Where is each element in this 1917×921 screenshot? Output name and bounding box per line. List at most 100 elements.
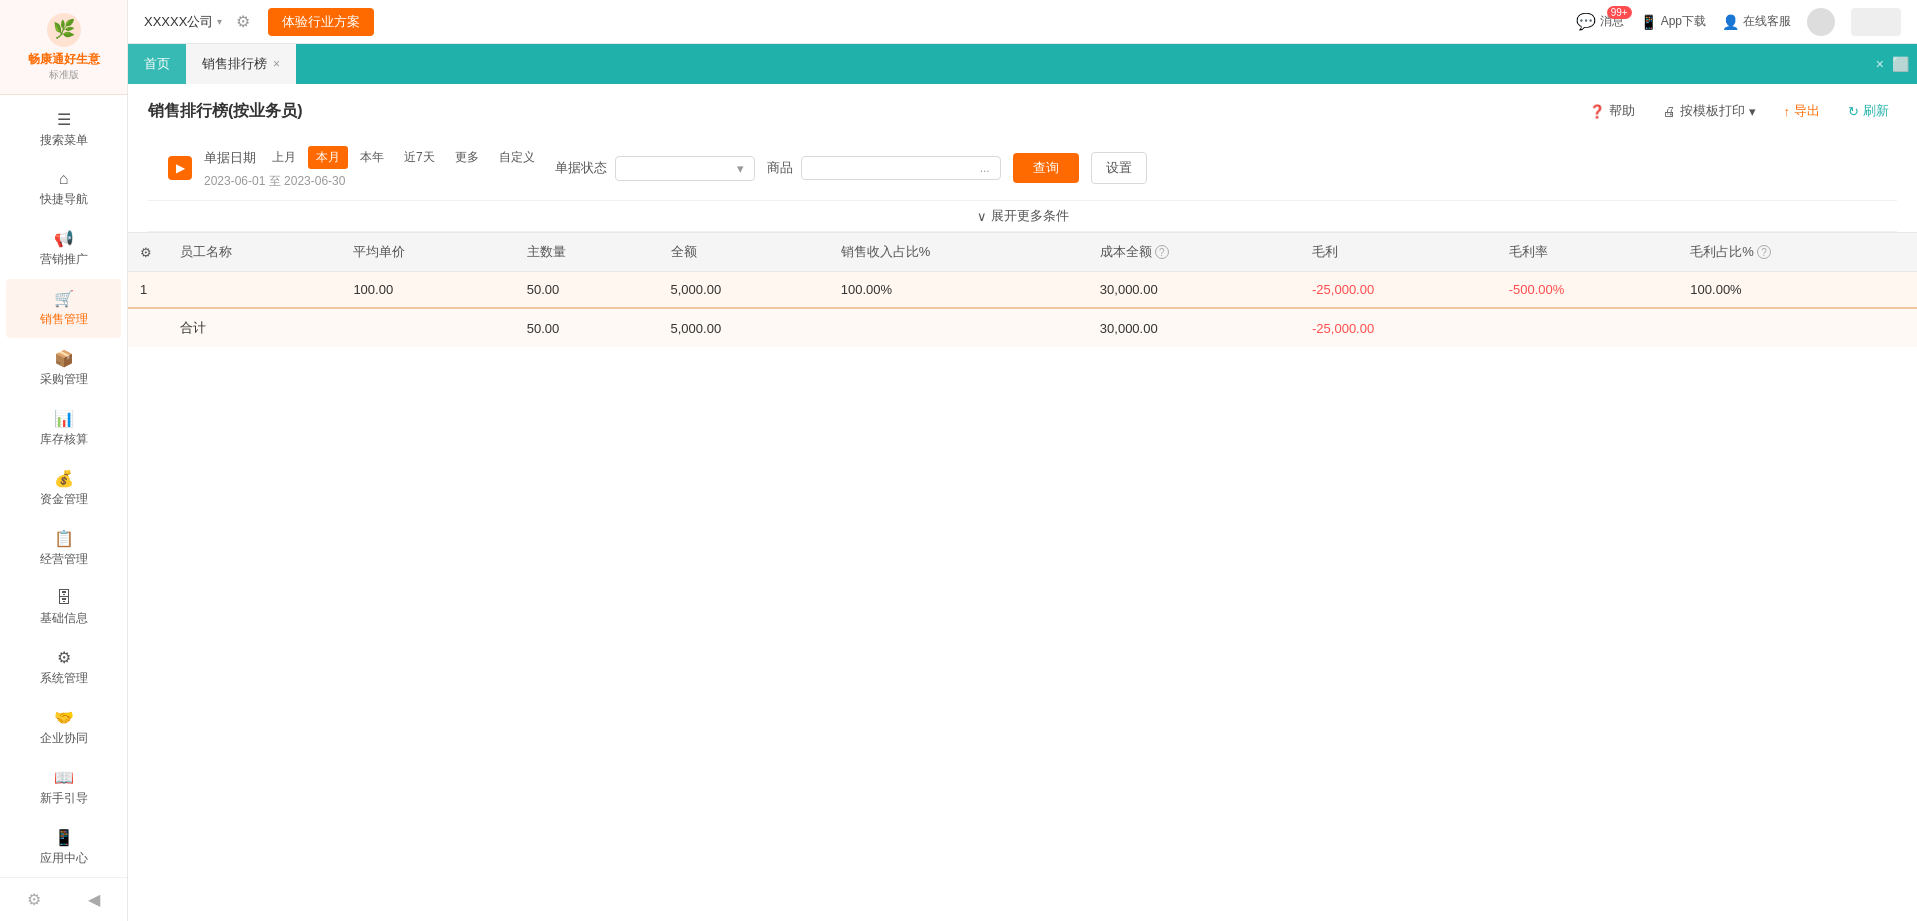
app-subtitle: 标准版 [49,68,79,82]
cell-amount-0: 5,000.00 [659,272,829,309]
data-table: ⚙ 员工名称 平均单价 主数量 全额 销售收入占比% 成本全额 ? 毛利 [128,233,1917,347]
date-tab-近7天[interactable]: 近7天 [396,146,443,169]
sidebar-label-2: 营销推广 [40,251,88,268]
win-restore-btn[interactable]: ⬜ [1892,56,1909,72]
tab-home[interactable]: 首页 [128,44,186,84]
sidebar-item-经营管理[interactable]: 📋 经营管理 [6,519,121,578]
sidebar-label-3: 销售管理 [40,311,88,328]
help-icon: ❓ [1589,104,1605,119]
sidebar-item-库存核算[interactable]: 📊 库存核算 [6,399,121,458]
cell-qty-0: 50.00 [515,272,659,309]
date-filter-section: 单据日期 上月本月本年近7天更多自定义 2023-06-01 至 2023-06… [204,146,543,190]
sidebar-label-11: 新手引导 [40,790,88,807]
sidebar-item-快捷导航[interactable]: ⌂ 快捷导航 [6,160,121,218]
sidebar-label-0: 搜索菜单 [40,132,88,149]
help-button[interactable]: ❓ 帮助 [1581,98,1643,124]
topbar-settings-icon[interactable]: ⚙ [236,12,250,31]
table-row: 1 100.00 50.00 5,000.00 100.00% 30,000.0… [128,272,1917,309]
sidebar-item-基础信息[interactable]: 🗄 基础信息 [6,579,121,637]
cell-cost-0: 30,000.00 [1088,272,1300,309]
goods-more-icon[interactable]: ... [980,161,990,175]
sidebar-item-系统管理[interactable]: ⚙ 系统管理 [6,638,121,697]
expand-label: 展开更多条件 [991,207,1069,225]
date-tab-上月[interactable]: 上月 [264,146,304,169]
app-logo: 🌿 畅康通好生意 标准版 [0,0,127,95]
tab-close-icon[interactable]: × [273,57,280,71]
page-header: 销售排行榜(按业务员) ❓ 帮助 🖨 按模板打印 ▾ ↑ 导出 [128,84,1917,233]
expand-conditions-btn[interactable]: ∨ 展开更多条件 [977,207,1069,225]
company-name: XXXXX公司 [144,13,213,31]
sidebar-collapse-btn[interactable]: ◀ [80,886,108,913]
status-select-arrow: ▾ [737,161,744,176]
company-dropdown-arrow: ▾ [217,16,222,27]
status-filter-section: 单据状态 ▾ [555,156,755,181]
window-controls: × ⬜ [1876,44,1917,84]
sidebar-label-5: 库存核算 [40,431,88,448]
message-icon: 💬 [1576,12,1596,31]
sidebar-item-应用中心[interactable]: 📱 应用中心 [6,818,121,877]
sidebar-label-1: 快捷导航 [40,191,88,208]
sidebar-item-采购管理[interactable]: 📦 采购管理 [6,339,121,398]
topbar: XXXXX公司 ▾ ⚙ 体验行业方案 💬 消息 99+ 📱 App下载 👤 在线… [128,0,1917,44]
footer-qty: 50.00 [515,308,659,347]
date-tab-本月[interactable]: 本月 [308,146,348,169]
th-avg-price: 平均单价 [341,233,514,272]
trial-button[interactable]: 体验行业方案 [268,8,374,36]
sidebar-item-企业协同[interactable]: 🤝 企业协同 [6,698,121,757]
tab-home-label: 首页 [144,55,170,73]
date-tab-自定义[interactable]: 自定义 [491,146,543,169]
sidebar-item-营销推广[interactable]: 📢 营销推广 [6,219,121,278]
company-selector[interactable]: XXXXX公司 ▾ [144,13,222,31]
user-name-area [1851,8,1901,36]
th-cost: 成本全额 ? [1088,233,1300,272]
sidebar-item-资金管理[interactable]: 💰 资金管理 [6,459,121,518]
export-button[interactable]: ↑ 导出 [1776,98,1829,124]
refresh-label: 刷新 [1863,102,1889,120]
app-download-btn[interactable]: 📱 App下载 [1640,13,1706,30]
online-service-btn[interactable]: 👤 在线客服 [1722,13,1791,30]
tab-sales-ranking[interactable]: 销售排行榜 × [186,44,296,84]
footer-sales-pct [829,308,1088,347]
tab-sales-label: 销售排行榜 [202,55,267,73]
footer-avg [341,308,514,347]
sidebar-label-10: 企业协同 [40,730,88,747]
sidebar-label-6: 资金管理 [40,491,88,508]
sidebar-item-新手引导[interactable]: 📖 新手引导 [6,758,121,817]
message-btn[interactable]: 💬 消息 99+ [1576,12,1624,31]
user-avatar[interactable] [1807,8,1835,36]
app-download-label: App下载 [1661,13,1706,30]
status-select[interactable]: ▾ [615,156,755,181]
sidebar-icon-4: 📦 [54,349,74,368]
win-close-btn[interactable]: × [1876,56,1884,72]
sidebar-icon-10: 🤝 [54,708,74,727]
th-settings[interactable]: ⚙ [128,233,168,272]
goods-input[interactable]: ... [801,156,1001,180]
settings-button[interactable]: 设置 [1091,152,1147,184]
filter-toggle-btn[interactable]: ▶ [168,156,192,180]
gross-pct-help-icon[interactable]: ? [1757,245,1771,259]
app-title: 畅康通好生意 [28,52,100,68]
sidebar-item-搜索菜单[interactable]: ☰ 搜索菜单 [6,100,121,159]
sidebar-item-销售管理[interactable]: 🛒 销售管理 [6,279,121,338]
sidebar-settings-btn[interactable]: ⚙ [19,886,49,913]
cost-help-icon[interactable]: ? [1155,245,1169,259]
print-dropdown-icon: ▾ [1749,104,1756,119]
cell-name-0 [168,272,341,309]
topbar-right: 💬 消息 99+ 📱 App下载 👤 在线客服 [1576,8,1901,36]
sidebar-icon-6: 💰 [54,469,74,488]
goods-filter-section: 商品 ... [767,156,1001,180]
date-tab-本年[interactable]: 本年 [352,146,392,169]
sidebar-menu: ☰ 搜索菜单 ⌂ 快捷导航 📢 营销推广 🛒 销售管理 📦 采购管理 📊 库存核… [0,95,127,877]
date-range-display: 2023-06-01 至 2023-06-30 [204,173,543,190]
query-button[interactable]: 查询 [1013,153,1079,183]
date-filter-label: 单据日期 [204,149,256,167]
page-title-row: 销售排行榜(按业务员) ❓ 帮助 🖨 按模板打印 ▾ ↑ 导出 [148,98,1897,124]
date-tab-更多[interactable]: 更多 [447,146,487,169]
sidebar-icon-2: 📢 [54,229,74,248]
sidebar-icon-11: 📖 [54,768,74,787]
print-button[interactable]: 🖨 按模板打印 ▾ [1655,98,1764,124]
table-footer-row: 合计 50.00 5,000.00 30,000.00 -25,000.00 [128,308,1917,347]
refresh-button[interactable]: ↻ 刷新 [1840,98,1897,124]
sidebar-label-8: 基础信息 [40,610,88,627]
refresh-icon: ↻ [1848,104,1859,119]
